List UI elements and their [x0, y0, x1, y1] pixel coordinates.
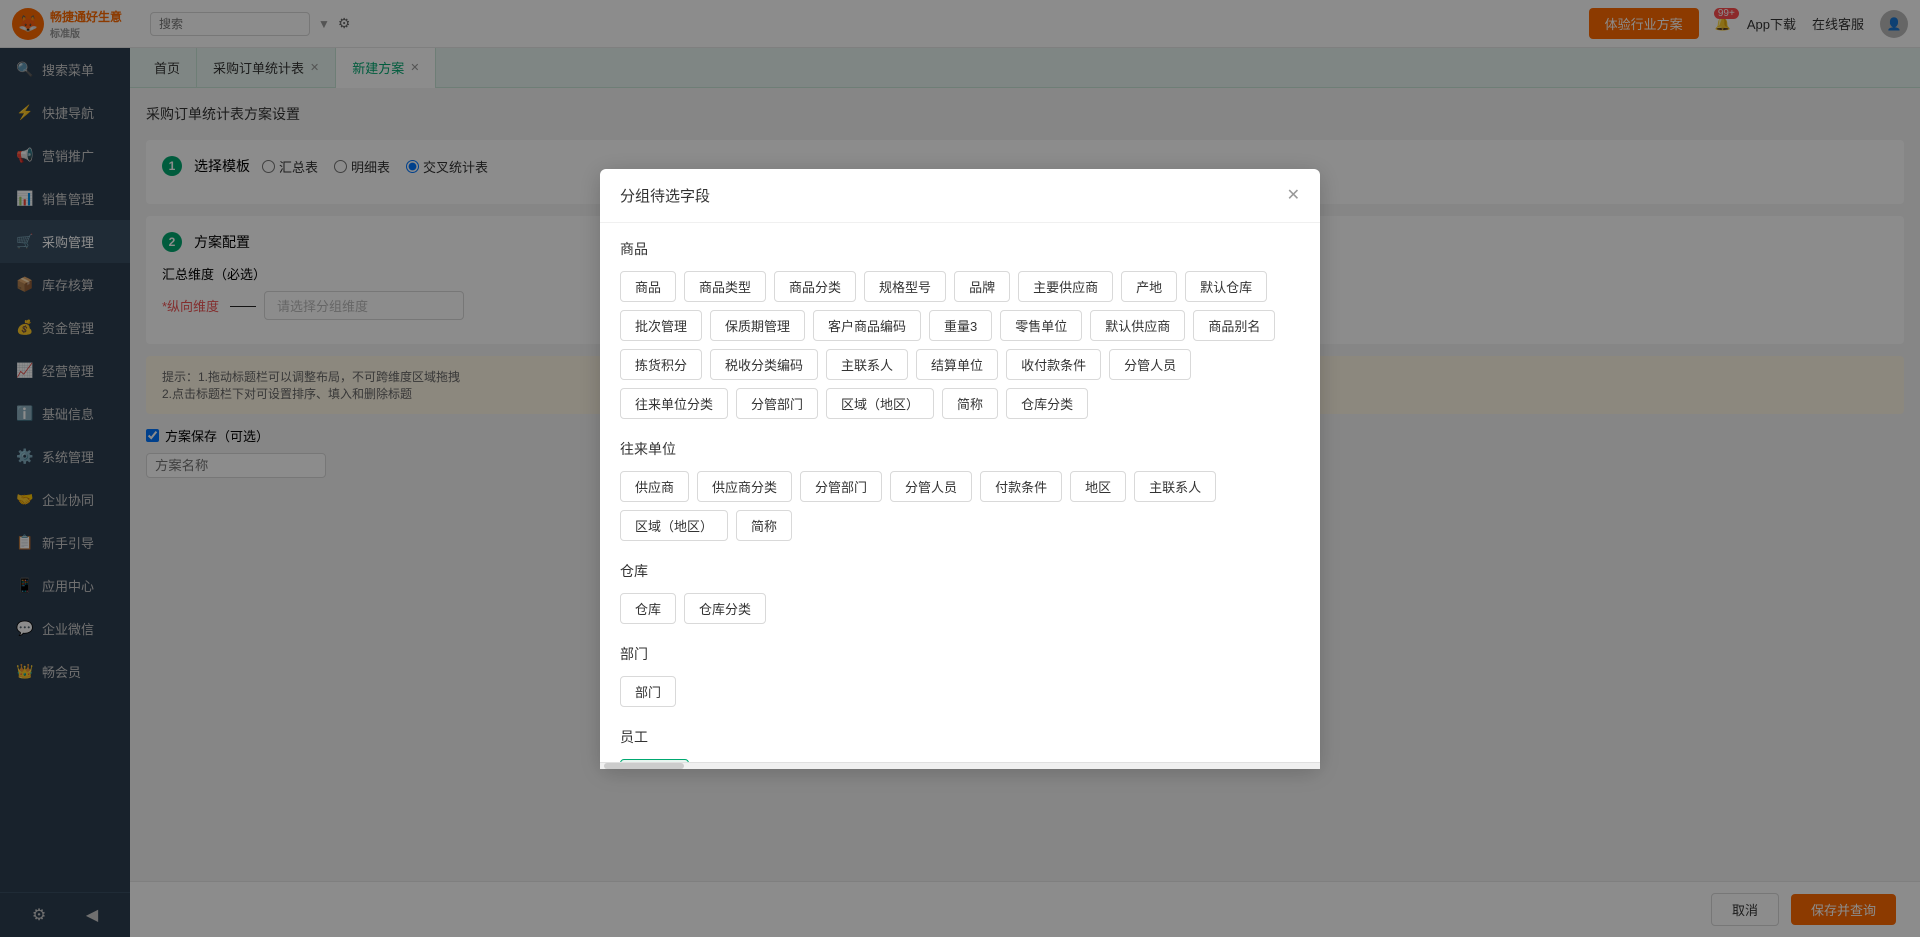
section-goods-title: 商品 — [620, 239, 1300, 259]
section-goods-fields: 商品 商品类型 商品分类 规格型号 品牌 主要供应商 产地 默认仓库 批次管理 … — [620, 271, 1300, 419]
section-department-fields: 部门 — [620, 676, 1300, 707]
section-department: 部门 部门 — [620, 644, 1300, 707]
field-tag[interactable]: 默认仓库 — [1185, 271, 1267, 302]
field-tag[interactable]: 分管部门 — [800, 471, 882, 502]
section-goods: 商品 商品 商品类型 商品分类 规格型号 品牌 主要供应商 产地 默认仓库 批次… — [620, 239, 1300, 419]
modal-title: 分组待选字段 — [620, 185, 710, 206]
field-tag[interactable]: 仓库分类 — [684, 593, 766, 624]
field-tag[interactable]: 付款条件 — [980, 471, 1062, 502]
field-tag[interactable]: 简称 — [942, 388, 998, 419]
field-tag[interactable]: 零售单位 — [1000, 310, 1082, 341]
modal-hscroll-thumb[interactable] — [604, 763, 684, 769]
field-tag[interactable]: 往来单位分类 — [620, 388, 728, 419]
field-tag[interactable]: 供应商 — [620, 471, 689, 502]
section-employee-title: 员工 — [620, 727, 1300, 747]
modal-overlay[interactable]: 分组待选字段 ✕ 商品 商品 商品类型 商品分类 规格型号 品牌 主要供应商 产… — [0, 0, 1920, 937]
field-tag[interactable]: 分管部门 — [736, 388, 818, 419]
field-tag[interactable]: 产地 — [1121, 271, 1177, 302]
field-tag[interactable]: 商品别名 — [1193, 310, 1275, 341]
section-contacts: 往来单位 供应商 供应商分类 分管部门 分管人员 付款条件 地区 主联系人 区域… — [620, 439, 1300, 541]
section-contacts-fields: 供应商 供应商分类 分管部门 分管人员 付款条件 地区 主联系人 区域（地区） … — [620, 471, 1300, 541]
section-warehouse: 仓库 仓库 仓库分类 — [620, 561, 1300, 624]
field-tag[interactable]: 拣货积分 — [620, 349, 702, 380]
field-tag[interactable]: 仓库 — [620, 593, 676, 624]
field-tag[interactable]: 收付款条件 — [1006, 349, 1101, 380]
field-tag[interactable]: 主联系人 — [1134, 471, 1216, 502]
modal-hscroll[interactable] — [600, 762, 1320, 769]
field-tag[interactable]: 重量3 — [929, 310, 992, 341]
field-tag[interactable]: 区域（地区） — [620, 510, 728, 541]
field-tag[interactable]: 商品分类 — [774, 271, 856, 302]
field-tag[interactable]: 品牌 — [954, 271, 1010, 302]
field-tag[interactable]: 默认供应商 — [1090, 310, 1185, 341]
field-tag[interactable]: 规格型号 — [864, 271, 946, 302]
field-tag[interactable]: 分管人员 — [1109, 349, 1191, 380]
field-tag[interactable]: 主联系人 — [826, 349, 908, 380]
field-tag[interactable]: 税收分类编码 — [710, 349, 818, 380]
section-department-title: 部门 — [620, 644, 1300, 664]
modal-dialog: 分组待选字段 ✕ 商品 商品 商品类型 商品分类 规格型号 品牌 主要供应商 产… — [600, 169, 1320, 769]
field-tag[interactable]: 结算单位 — [916, 349, 998, 380]
field-tag[interactable]: 仓库分类 — [1006, 388, 1088, 419]
section-warehouse-title: 仓库 — [620, 561, 1300, 581]
section-contacts-title: 往来单位 — [620, 439, 1300, 459]
section-employee: 员工 业务员 — [620, 727, 1300, 762]
field-tag[interactable]: 批次管理 — [620, 310, 702, 341]
field-tag[interactable]: 主要供应商 — [1018, 271, 1113, 302]
field-tag[interactable]: 分管人员 — [890, 471, 972, 502]
field-tag[interactable]: 商品 — [620, 271, 676, 302]
field-tag[interactable]: 简称 — [736, 510, 792, 541]
field-tag[interactable]: 地区 — [1070, 471, 1126, 502]
field-tag[interactable]: 保质期管理 — [710, 310, 805, 341]
field-tag[interactable]: 区域（地区） — [826, 388, 934, 419]
field-tag[interactable]: 商品类型 — [684, 271, 766, 302]
field-tag[interactable]: 供应商分类 — [697, 471, 792, 502]
field-tag[interactable]: 客户商品编码 — [813, 310, 921, 341]
modal-header: 分组待选字段 ✕ — [600, 169, 1320, 223]
modal-close-icon[interactable]: ✕ — [1287, 185, 1300, 205]
modal-body: 商品 商品 商品类型 商品分类 规格型号 品牌 主要供应商 产地 默认仓库 批次… — [600, 223, 1320, 762]
section-warehouse-fields: 仓库 仓库分类 — [620, 593, 1300, 624]
field-tag[interactable]: 部门 — [620, 676, 676, 707]
